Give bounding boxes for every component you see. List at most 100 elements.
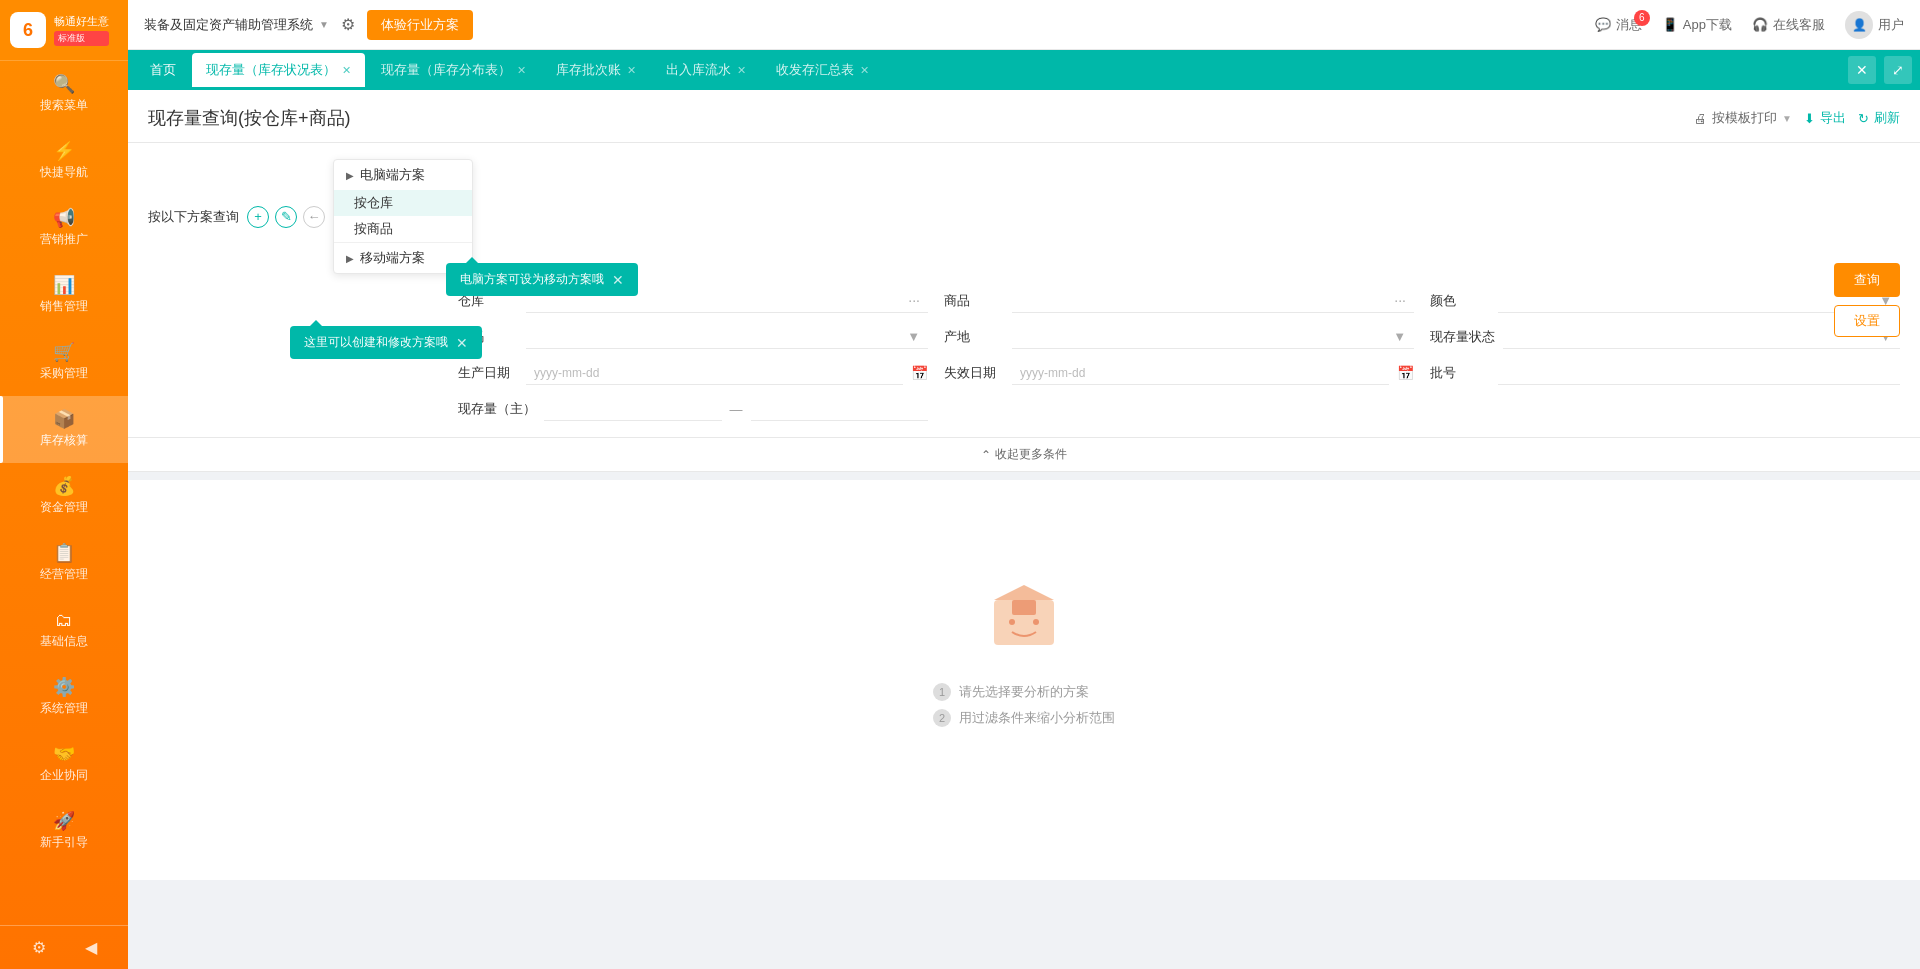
size-select[interactable]: ▼ [526,325,928,349]
sidebar-item-operations[interactable]: 📋 经营管理 [0,530,128,597]
search-buttons: 查询 设置 [1834,263,1900,337]
inventory-icon: 📦 [53,410,75,428]
refresh-btn[interactable]: ↻ 刷新 [1858,109,1900,127]
app-download-action[interactable]: 📱 App下载 [1662,16,1732,34]
tab-close-icon[interactable]: ✕ [860,64,869,77]
sidebar-item-guide[interactable]: 🚀 新手引导 [0,798,128,865]
empty-state: 1 请先选择要分析的方案 2 用过滤条件来缩小分析范围 [128,480,1920,807]
tab-home[interactable]: 首页 [136,53,190,87]
data-area: 1 请先选择要分析的方案 2 用过滤条件来缩小分析范围 [128,480,1920,880]
sidebar-settings-btn[interactable]: ⚙ [32,938,46,957]
sidebar-item-enterprise[interactable]: 🤝 企业协同 [0,731,128,798]
tab-close-all-btn[interactable]: ✕ [1848,56,1876,84]
logo-icon: 6 [10,12,46,48]
tabbar-end: ✕ ⤢ [1848,56,1912,84]
tab-maximize-btn[interactable]: ⤢ [1884,56,1912,84]
export-btn[interactable]: ⬇ 导出 [1804,109,1846,127]
sidebar-item-purchase[interactable]: 🛒 采购管理 [0,329,128,396]
tab-in-out-flow[interactable]: 出入库流水 ✕ [652,53,760,87]
add-scheme-btn[interactable]: + [247,206,269,228]
topbar: 装备及固定资产辅助管理系统 ▼ ⚙ 体验行业方案 💬 消息 6 📱 App下载 … [128,0,1920,50]
product-dots[interactable]: ··· [1394,292,1406,308]
tab-inventory-dist[interactable]: 现存量（库存分布表） ✕ [367,53,540,87]
sidebar-item-label: 销售管理 [40,298,88,315]
calendar-icon-expiry[interactable]: 📅 [1397,365,1414,381]
refresh-icon: ↻ [1858,111,1869,126]
tab-summary-table[interactable]: 收发存汇总表 ✕ [762,53,883,87]
scheme-item-warehouse[interactable]: 按仓库 [334,190,472,216]
scheme-item-product[interactable]: 按商品 [334,216,472,242]
svg-rect-2 [1012,600,1036,615]
mobile-scheme-label: 移动端方案 [360,249,425,267]
calendar-icon-production[interactable]: 📅 [911,365,928,381]
online-service-action[interactable]: 🎧 在线客服 [1752,16,1825,34]
search-btn[interactable]: 查询 [1834,263,1900,297]
production-date-label: 生产日期 [458,364,518,382]
stock-qty-field: 现存量（主） — [458,397,928,421]
size-field: 尺码 ▼ [458,325,928,349]
filter-row-4: 现存量（主） — [458,397,1900,421]
sidebar-item-system[interactable]: ⚙️ 系统管理 [0,664,128,731]
tab-close-icon[interactable]: ✕ [517,64,526,77]
tab-inventory-status[interactable]: 现存量（库存状况表） ✕ [192,53,365,87]
settings-gear-icon[interactable]: ⚙ [341,15,355,34]
back-scheme-btn[interactable]: ← [303,206,325,228]
svg-point-4 [1033,619,1039,625]
system-icon: ⚙️ [53,678,75,696]
sidebar-item-search-menu[interactable]: 🔍 搜索菜单 [0,61,128,128]
enterprise-icon: 🤝 [53,745,75,763]
message-action[interactable]: 💬 消息 6 [1595,16,1642,34]
sidebar-item-marketing[interactable]: 📢 营销推广 [0,195,128,262]
tab-close-icon[interactable]: ✕ [342,64,351,77]
stock-qty-label: 现存量（主） [458,400,536,418]
product-select[interactable]: ··· [1012,288,1414,313]
tab-close-icon[interactable]: ✕ [627,64,636,77]
export-icon: ⬇ [1804,111,1815,126]
app-download-label: App下载 [1683,16,1732,34]
tooltip2-close-btn[interactable]: ✕ [456,335,468,351]
production-date-field: 生产日期 📅 [458,361,928,385]
user-action[interactable]: 👤 用户 [1845,11,1904,39]
tab-inventory-dist-label: 现存量（库存分布表） [381,61,511,79]
topbar-right: 💬 消息 6 📱 App下载 🎧 在线客服 👤 用户 [1595,11,1904,39]
color-label: 颜色 [1430,292,1490,310]
system-selector[interactable]: 装备及固定资产辅助管理系统 ▼ [144,16,329,34]
sidebar-item-label: 基础信息 [40,633,88,650]
scheme-dropdown-area: ▶ 电脑端方案 按仓库 按商品 ▶ 移动端方案 [333,159,473,274]
desktop-scheme-header[interactable]: ▶ 电脑端方案 [334,160,472,190]
page-title-row: 现存量查询(按仓库+商品) 🖨 按模板打印 ▼ ⬇ 导出 ↻ 刷新 [148,106,1900,130]
tooltip1-close-btn[interactable]: ✕ [612,272,624,288]
tab-close-icon[interactable]: ✕ [737,64,746,77]
sidebar-item-finance[interactable]: 💰 资金管理 [0,463,128,530]
sales-icon: 📊 [53,276,75,294]
stock-qty-max-input[interactable] [751,397,929,421]
sidebar-nav: 🔍 搜索菜单 ⚡ 快捷导航 📢 营销推广 📊 销售管理 🛒 采购管理 📦 库存核… [0,61,128,925]
edit-scheme-btn[interactable]: ✎ [275,206,297,228]
print-label: 按模板打印 [1712,109,1777,127]
arrow-right-icon2: ▶ [346,253,354,264]
sidebar-item-label: 经营管理 [40,566,88,583]
tooltip-create-scheme: 这里可以创建和修改方案哦 ✕ [290,326,482,359]
sidebar-item-inventory[interactable]: 📦 库存核算 [0,396,128,463]
sidebar-item-basic-info[interactable]: 🗂 基础信息 [0,597,128,664]
sidebar-item-quick-nav[interactable]: ⚡ 快捷导航 [0,128,128,195]
sidebar-item-sales[interactable]: 📊 销售管理 [0,262,128,329]
stock-qty-min-input[interactable] [544,397,722,421]
collapse-btn[interactable]: ⌃ 收起更多条件 [981,446,1067,463]
expiry-date-input[interactable] [1012,361,1389,385]
origin-select[interactable]: ▼ [1012,325,1414,349]
print-template-btn[interactable]: 🖨 按模板打印 ▼ [1694,109,1792,127]
tooltip-desktop-to-mobile: 电脑方案可设为移动方案哦 ✕ [446,263,638,296]
user-label: 用户 [1878,16,1904,34]
reset-btn[interactable]: 设置 [1834,305,1900,337]
sidebar-collapse-btn[interactable]: ◀ [85,938,97,957]
sidebar-item-label: 快捷导航 [40,164,88,181]
warehouse-dots[interactable]: ··· [908,292,920,308]
app-logo: 6 畅通好生意 标准版 [0,0,128,61]
production-date-input[interactable] [526,361,903,385]
product-label: 商品 [944,292,1004,310]
tooltip-text-1: 电脑方案可设为移动方案哦 [460,271,604,288]
batch-input[interactable] [1498,361,1900,385]
tab-batch-account[interactable]: 库存批次账 ✕ [542,53,650,87]
experience-btn[interactable]: 体验行业方案 [367,10,473,40]
